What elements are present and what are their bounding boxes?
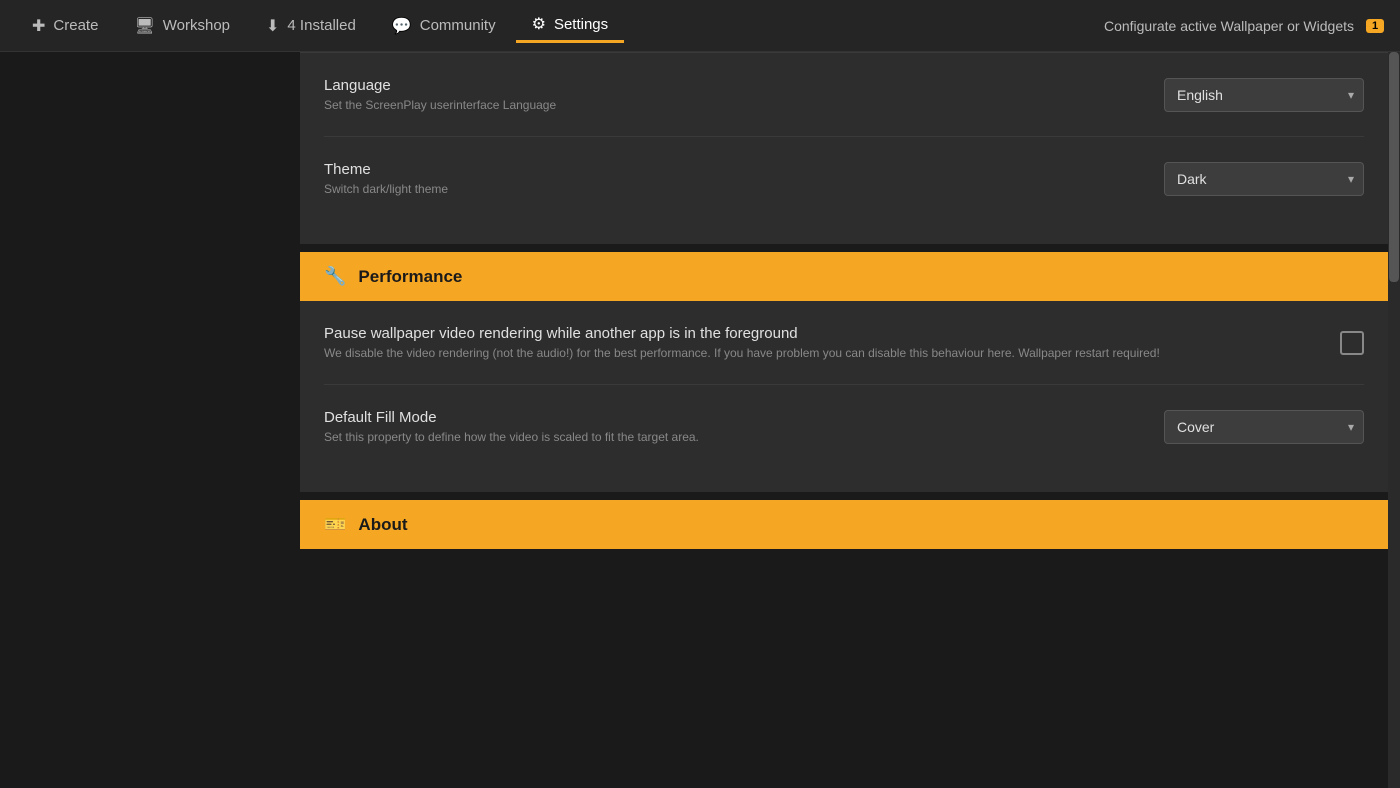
settings-area: Language Set the ScreenPlay userinterfac… xyxy=(300,52,1388,788)
language-row: Language Set the ScreenPlay userinterfac… xyxy=(324,53,1364,137)
theme-description: Switch dark/light theme xyxy=(324,182,448,196)
configure-badge[interactable]: 1 xyxy=(1366,19,1384,33)
pause-checkbox[interactable] xyxy=(1340,331,1364,355)
general-settings-section: Language Set the ScreenPlay userinterfac… xyxy=(300,53,1388,244)
scrollbar-track[interactable] xyxy=(1388,52,1400,788)
language-select-wrapper: English German French Spanish ▾ xyxy=(1164,78,1364,112)
nav-community[interactable]: 💬 Community xyxy=(376,10,512,42)
theme-title: Theme xyxy=(324,161,448,178)
settings-icon: ⚙ xyxy=(532,14,546,34)
scrollbar-thumb[interactable] xyxy=(1389,52,1399,282)
pause-title: Pause wallpaper video rendering while an… xyxy=(324,325,1316,342)
nav-right: Configurate active Wallpaper or Widgets … xyxy=(1104,18,1384,34)
nav-create-label: Create xyxy=(53,17,98,34)
community-icon: 💬 xyxy=(392,16,412,36)
fill-mode-title: Default Fill Mode xyxy=(324,409,699,426)
theme-select[interactable]: Dark Light xyxy=(1164,162,1364,196)
fill-mode-select-wrapper: Cover Contain Stretch Tile ▾ xyxy=(1164,410,1364,444)
theme-label-group: Theme Switch dark/light theme xyxy=(324,161,448,196)
fill-mode-label-group: Default Fill Mode Set this property to d… xyxy=(324,409,699,444)
theme-select-wrapper: Dark Light ▾ xyxy=(1164,162,1364,196)
create-icon: ✚ xyxy=(32,16,45,36)
main-content: Language Set the ScreenPlay userinterfac… xyxy=(0,52,1400,788)
nav-settings-label: Settings xyxy=(554,16,608,33)
nav-installed-label: 4 Installed xyxy=(287,17,355,34)
fill-mode-row: Default Fill Mode Set this property to d… xyxy=(324,385,1364,468)
about-title: About xyxy=(358,515,407,535)
nav-workshop[interactable]: 🖥 Workshop xyxy=(118,10,246,42)
language-select[interactable]: English German French Spanish xyxy=(1164,78,1364,112)
pause-description: We disable the video rendering (not the … xyxy=(324,346,1316,360)
performance-icon: 🔧 xyxy=(324,266,346,287)
about-header: 🎫 About xyxy=(300,500,1388,549)
nav-settings[interactable]: ⚙ Settings xyxy=(516,8,625,43)
nav-create[interactable]: ✚ Create xyxy=(16,10,114,42)
about-icon: 🎫 xyxy=(324,514,346,535)
language-description: Set the ScreenPlay userinterface Languag… xyxy=(324,98,556,112)
navbar: ✚ Create 🖥 Workshop ⬇ 4 Installed 💬 Comm… xyxy=(0,0,1400,52)
performance-settings-section: Pause wallpaper video rendering while an… xyxy=(300,301,1388,492)
fill-mode-description: Set this property to define how the vide… xyxy=(324,430,699,444)
nav-items: ✚ Create 🖥 Workshop ⬇ 4 Installed 💬 Comm… xyxy=(16,8,1104,43)
about-panel: 🎫 About xyxy=(300,500,1388,549)
left-sidebar-area xyxy=(0,52,300,788)
nav-installed[interactable]: ⬇ 4 Installed xyxy=(250,10,372,42)
workshop-icon: 🖥 xyxy=(134,16,154,36)
nav-community-label: Community xyxy=(420,17,496,34)
configure-label: Configurate active Wallpaper or Widgets xyxy=(1104,18,1354,34)
fill-mode-select[interactable]: Cover Contain Stretch Tile xyxy=(1164,410,1364,444)
nav-workshop-label: Workshop xyxy=(163,17,230,34)
pause-row: Pause wallpaper video rendering while an… xyxy=(324,301,1364,385)
performance-title: Performance xyxy=(358,267,462,287)
installed-icon: ⬇ xyxy=(266,16,279,36)
language-label-group: Language Set the ScreenPlay userinterfac… xyxy=(324,77,556,112)
performance-panel: 🔧 Performance Pause wallpaper video rend… xyxy=(300,252,1388,492)
pause-label-group: Pause wallpaper video rendering while an… xyxy=(324,325,1340,360)
performance-header: 🔧 Performance xyxy=(300,252,1388,301)
language-title: Language xyxy=(324,77,556,94)
theme-row: Theme Switch dark/light theme Dark Light… xyxy=(324,137,1364,220)
general-settings-panel: Language Set the ScreenPlay userinterfac… xyxy=(300,52,1388,244)
